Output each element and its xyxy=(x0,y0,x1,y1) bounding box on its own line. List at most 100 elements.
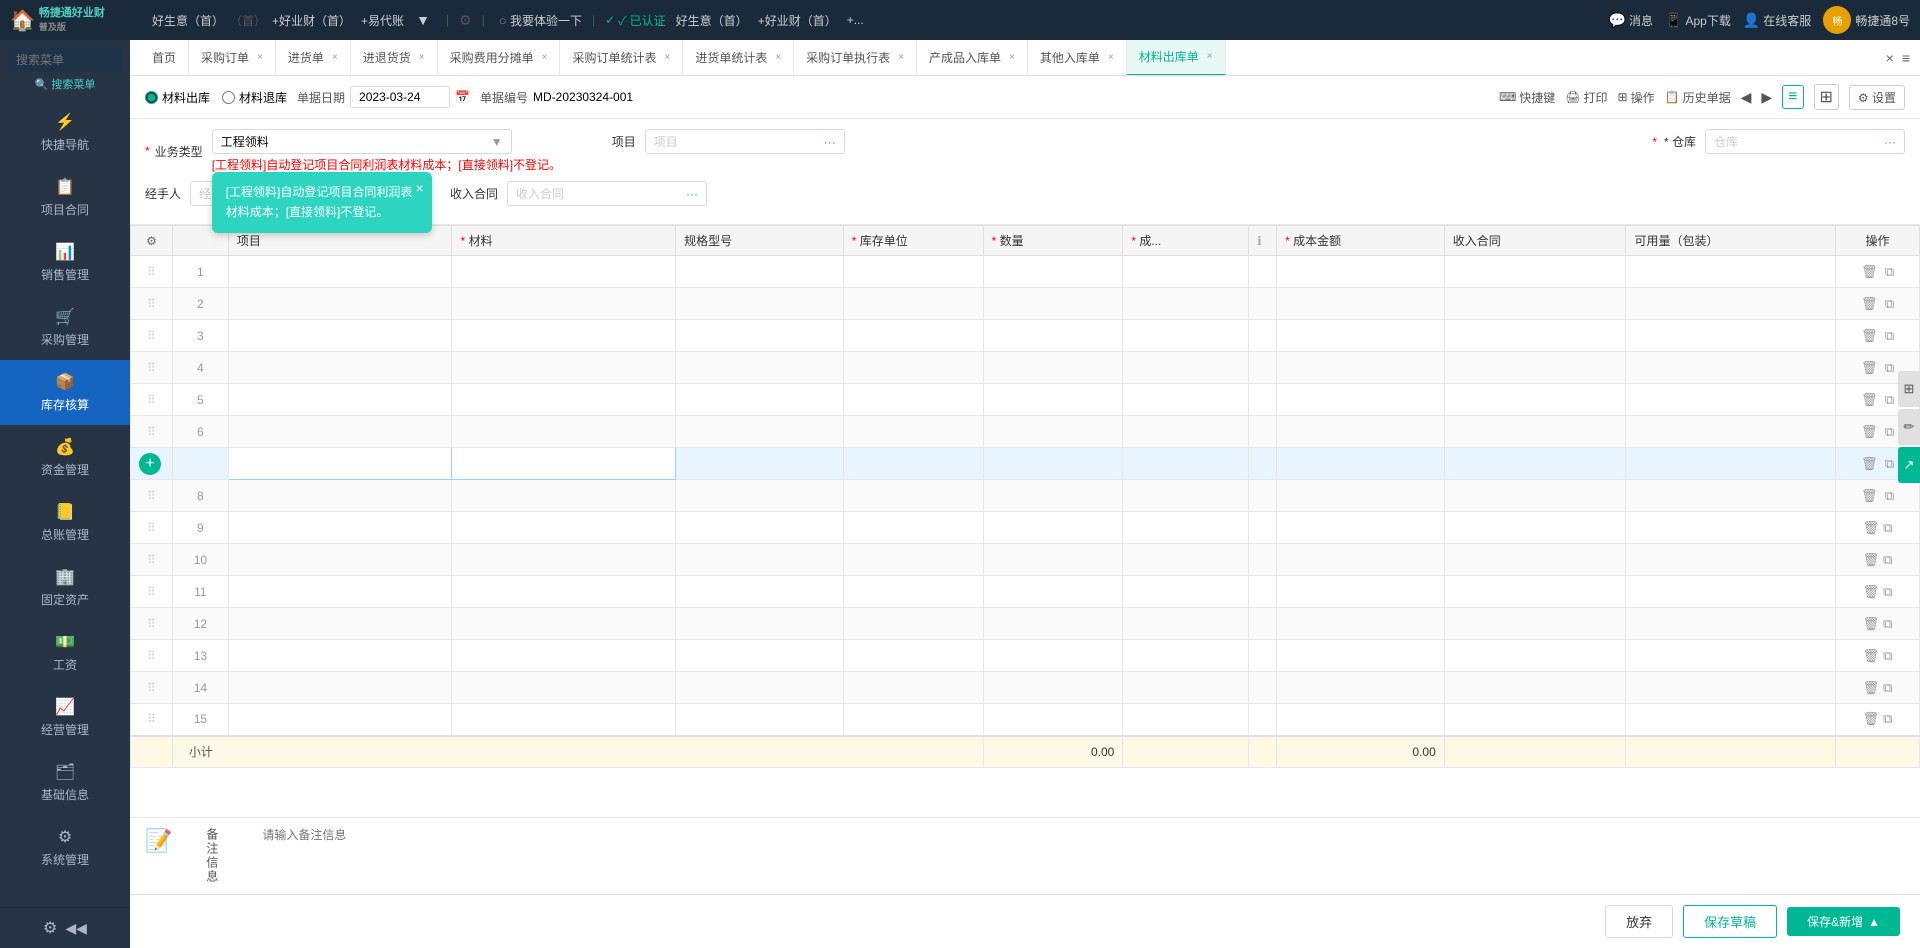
row-drag-handle[interactable]: ⠿ xyxy=(131,256,173,288)
col-settings-icon[interactable]: ⚙ xyxy=(146,234,157,248)
row-cost-amount-cell[interactable] xyxy=(1277,352,1445,384)
row-drag-handle[interactable]: ⠿ xyxy=(131,672,173,704)
sidebar-item-inventory[interactable]: 📦 库存核算 xyxy=(0,360,130,425)
row-cost-price-cell[interactable] xyxy=(1123,640,1249,672)
row-income-contract-cell[interactable] xyxy=(1444,352,1626,384)
row-material-cell[interactable] xyxy=(452,672,676,704)
tab-other-in-close[interactable]: × xyxy=(1108,52,1114,63)
row-copy-btn[interactable]: ⧉ xyxy=(1881,518,1894,538)
row-project-cell[interactable] xyxy=(228,320,452,352)
row-material-cell[interactable] xyxy=(452,416,676,448)
nav-settings-icon[interactable]: ⚙ xyxy=(459,12,472,29)
mode-out-radio[interactable]: 材料出库 xyxy=(145,89,210,106)
row-available-qty-cell[interactable] xyxy=(1626,576,1836,608)
row-drag-handle[interactable]: ⠿ xyxy=(131,512,173,544)
row-material-cell[interactable] xyxy=(452,512,676,544)
row-project-cell[interactable] xyxy=(228,640,452,672)
history-btn[interactable]: 📋 历史单据 xyxy=(1665,89,1731,106)
nav-more-btn[interactable]: ▼ xyxy=(410,10,436,30)
mode-return-input[interactable] xyxy=(222,91,235,104)
row-unit-cell[interactable] xyxy=(843,384,983,416)
save-new-btn[interactable]: 保存&新增 ▲ xyxy=(1787,907,1900,936)
row-delete-btn[interactable]: 🗑 xyxy=(1859,422,1880,442)
save-draft-btn[interactable]: 保存草稿 xyxy=(1683,905,1777,938)
row-spec-cell[interactable] xyxy=(676,288,844,320)
row-qty-cell[interactable] xyxy=(983,672,1123,704)
row-copy-btn[interactable]: ⧉ xyxy=(1881,582,1894,602)
row-material-cell[interactable] xyxy=(452,288,676,320)
row-material-cell[interactable] xyxy=(452,256,676,288)
row-spec-cell[interactable] xyxy=(676,704,844,736)
row-drag-handle[interactable]: ⠿ xyxy=(131,544,173,576)
tab-close-all-btn[interactable]: × xyxy=(1886,50,1894,66)
row-cost-amount-cell[interactable] xyxy=(1277,672,1445,704)
mode-return-radio[interactable]: 材料退库 xyxy=(222,89,287,106)
row-qty-cell[interactable] xyxy=(983,576,1123,608)
row-unit-active-cell[interactable] xyxy=(843,448,983,480)
row-cost-price-cell[interactable] xyxy=(1123,512,1249,544)
row-unit-cell[interactable] xyxy=(843,416,983,448)
row-income-contract-cell[interactable] xyxy=(1444,512,1626,544)
row-project-cell[interactable] xyxy=(228,416,452,448)
experience-link[interactable]: ○ 我要体验一下 xyxy=(495,10,586,31)
row-unit-cell[interactable] xyxy=(843,608,983,640)
row-unit-cell[interactable] xyxy=(843,480,983,512)
sidebar-item-basic[interactable]: 🗂 基础信息 xyxy=(0,750,130,815)
tab-prod-in-close[interactable]: × xyxy=(1009,52,1015,63)
row-available-qty-cell[interactable] xyxy=(1626,512,1836,544)
sidebar-item-project[interactable]: 📋 项目合同 xyxy=(0,165,130,230)
row-delete-btn[interactable]: 🗑 xyxy=(1861,550,1882,570)
tab-menu-btn[interactable]: ≡ xyxy=(1902,50,1910,66)
float-btn-1[interactable]: ⊞ xyxy=(1898,371,1920,407)
row-unit-cell[interactable] xyxy=(843,512,983,544)
row-delete-btn[interactable]: 🗑 xyxy=(1861,582,1882,602)
row-drag-handle[interactable]: ⠿ xyxy=(131,288,173,320)
tab-receipt-close[interactable]: × xyxy=(332,52,338,63)
row-spec-cell[interactable] xyxy=(676,256,844,288)
warehouse-select[interactable]: 仓库 ··· xyxy=(1705,129,1905,154)
row-drag-handle[interactable]: ⠿ xyxy=(131,608,173,640)
row-available-qty-cell[interactable] xyxy=(1626,480,1836,512)
row-cost-amount-active-cell[interactable] xyxy=(1277,448,1445,480)
row-cost-amount-cell[interactable] xyxy=(1277,576,1445,608)
row-unit-cell[interactable] xyxy=(843,288,983,320)
row-copy-btn[interactable]: ⧉ xyxy=(1883,262,1896,282)
row-project-cell[interactable] xyxy=(228,352,452,384)
row-qty-cell[interactable] xyxy=(983,352,1123,384)
row-copy-btn[interactable]: ⧉ xyxy=(1881,709,1894,729)
row-income-contract-cell[interactable] xyxy=(1444,256,1626,288)
sidebar-item-operation[interactable]: 📈 经营管理 xyxy=(0,685,130,750)
row-spec-cell[interactable] xyxy=(676,512,844,544)
tooltip-close-btn[interactable]: × xyxy=(416,177,424,201)
row-qty-active-cell[interactable] xyxy=(983,448,1123,480)
online-service-btn[interactable]: 👤 在线客服 xyxy=(1743,12,1811,29)
row-copy-btn[interactable]: ⧉ xyxy=(1883,326,1896,346)
row-drag-handle[interactable]: ⠿ xyxy=(131,704,173,736)
tab-receipt-stat-close[interactable]: × xyxy=(775,52,781,63)
row-material-active-cell[interactable] xyxy=(452,448,676,480)
row-income-contract-cell[interactable] xyxy=(1444,672,1626,704)
column-settings-btn[interactable]: ⚙ 设置 xyxy=(1849,85,1905,110)
sidebar-settings-icon[interactable]: ⚙ xyxy=(43,918,57,938)
tab-material-out[interactable]: 材料出库单 × xyxy=(1127,40,1226,76)
row-delete-btn[interactable]: 🗑 xyxy=(1859,326,1880,346)
row-delete-btn[interactable]: 🗑 xyxy=(1861,709,1882,729)
row-delete-btn[interactable]: 🗑 xyxy=(1859,262,1880,282)
add-row-btn[interactable]: + xyxy=(139,453,161,475)
row-material-cell[interactable] xyxy=(452,576,676,608)
row-qty-cell[interactable] xyxy=(983,608,1123,640)
sidebar-item-purchase[interactable]: 🛒 采购管理 xyxy=(0,295,130,360)
tab-po-stat-close[interactable]: × xyxy=(664,52,670,63)
message-btn[interactable]: 💬 消息 xyxy=(1609,12,1653,29)
row-available-qty-cell[interactable] xyxy=(1626,352,1836,384)
row-drag-handle[interactable]: ⠿ xyxy=(131,416,173,448)
row-cost-price-cell[interactable] xyxy=(1123,384,1249,416)
top-more-link1[interactable]: 好生意（首） xyxy=(672,10,752,31)
row-cost-amount-cell[interactable] xyxy=(1277,640,1445,672)
row-drag-handle[interactable]: ⠿ xyxy=(131,352,173,384)
tab-expense[interactable]: 采购费用分摊单 × xyxy=(438,40,561,76)
row-cost-price-cell[interactable] xyxy=(1123,544,1249,576)
row-drag-handle[interactable]: ⠿ xyxy=(131,384,173,416)
row-cost-amount-cell[interactable] xyxy=(1277,480,1445,512)
row-spec-cell[interactable] xyxy=(676,480,844,512)
